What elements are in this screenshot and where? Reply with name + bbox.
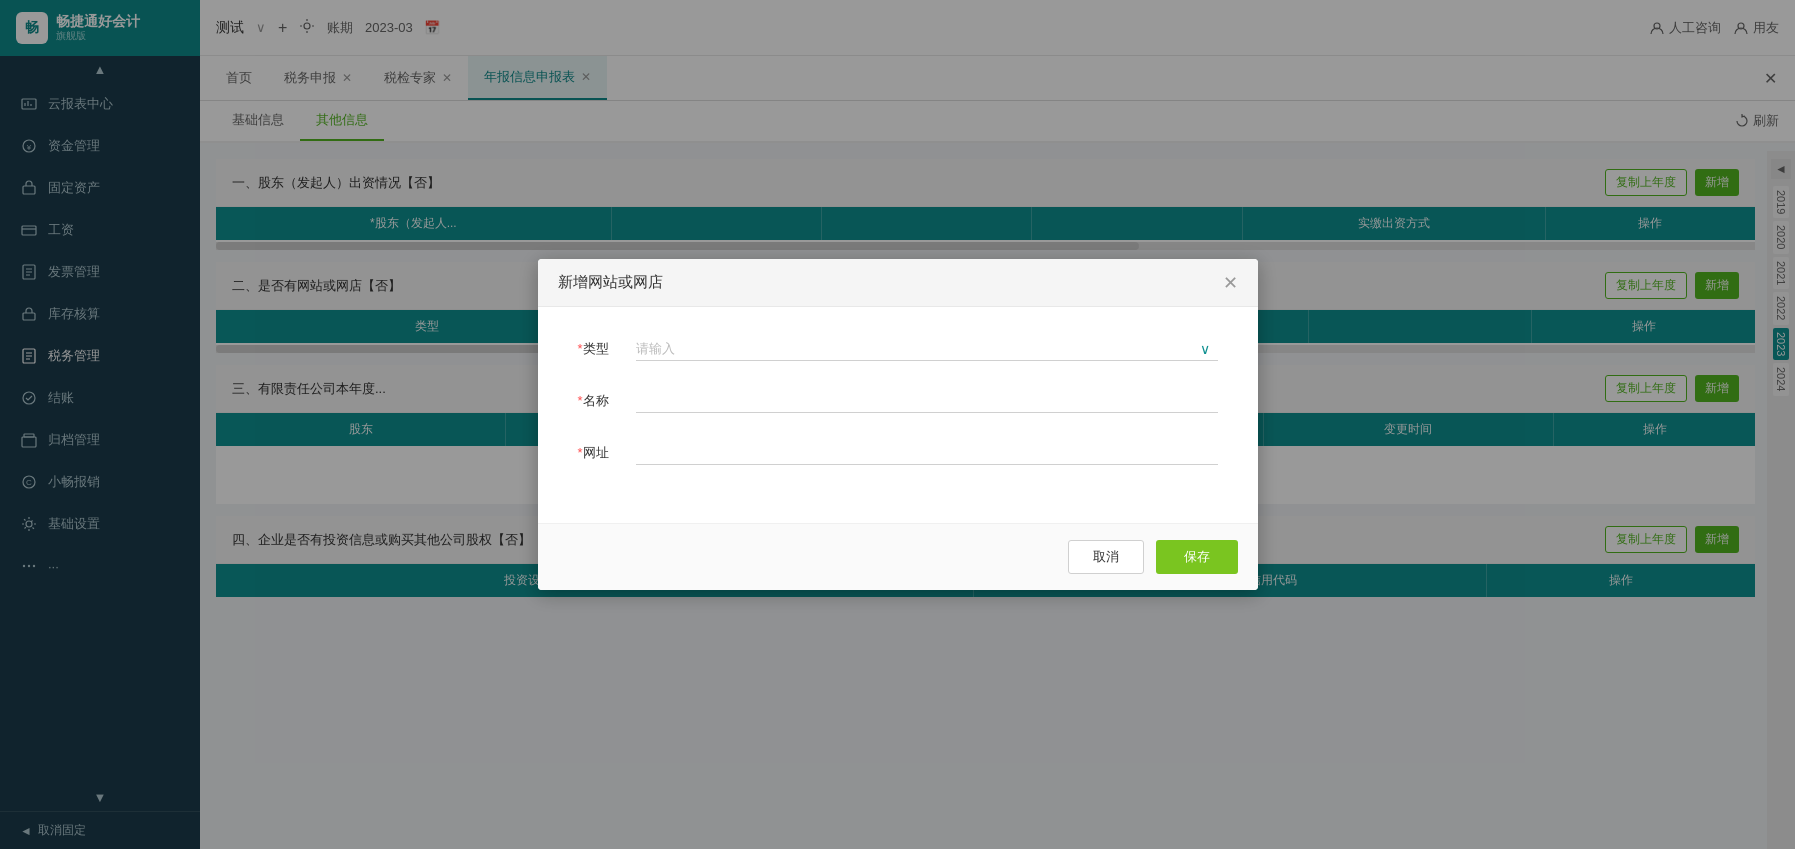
name-field <box>636 389 1218 413</box>
add-website-dialog: 新增网站或网店 ✕ *类型 ∨ *名称 <box>538 259 1258 590</box>
cancel-button[interactable]: 取消 <box>1068 540 1144 574</box>
form-row-type: *类型 ∨ <box>578 337 1218 361</box>
dialog-title: 新增网站或网店 <box>558 273 663 292</box>
dialog-footer: 取消 保存 <box>538 523 1258 590</box>
url-field <box>636 441 1218 465</box>
url-input[interactable] <box>636 445 1218 460</box>
form-row-url: *网址 <box>578 441 1218 465</box>
dialog-header: 新增网站或网店 ✕ <box>538 259 1258 307</box>
type-dropdown-icon[interactable]: ∨ <box>1200 341 1210 357</box>
type-field: ∨ <box>636 337 1218 361</box>
dialog-close-button[interactable]: ✕ <box>1223 274 1238 292</box>
type-label: *类型 <box>578 340 628 358</box>
save-button[interactable]: 保存 <box>1156 540 1238 574</box>
dialog-overlay[interactable]: 新增网站或网店 ✕ *类型 ∨ *名称 <box>0 0 1795 849</box>
url-label: *网址 <box>578 444 628 462</box>
name-label: *名称 <box>578 392 628 410</box>
dialog-body: *类型 ∨ *名称 *网址 <box>538 307 1258 523</box>
name-input[interactable] <box>636 393 1218 408</box>
type-input[interactable] <box>636 341 1218 356</box>
form-row-name: *名称 <box>578 389 1218 413</box>
